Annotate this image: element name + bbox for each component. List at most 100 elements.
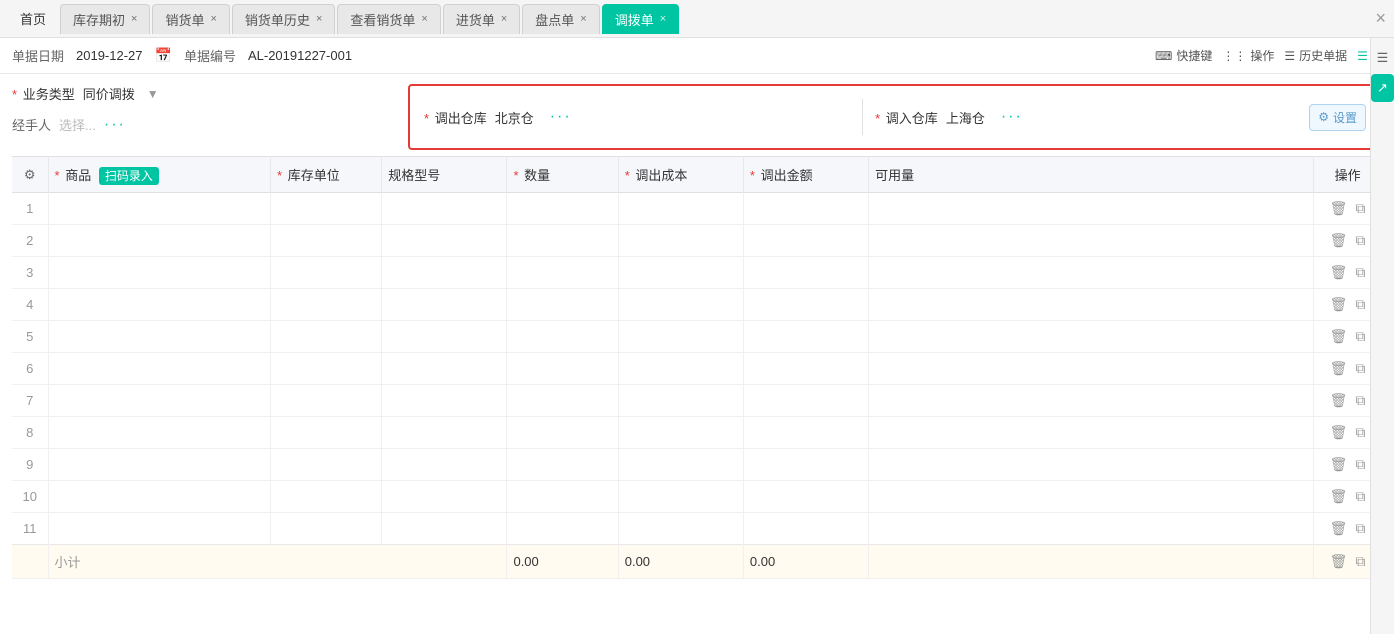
transfer-out-value[interactable]: 北京仓	[495, 108, 534, 127]
tab-inventory-init-close[interactable]: ×	[131, 13, 137, 25]
tab-sales-order[interactable]: 销货单 ×	[152, 4, 229, 34]
row-product-cell[interactable]	[48, 289, 271, 321]
copy-row-icon[interactable]: ⧉	[1355, 296, 1365, 313]
tab-sales-order-close[interactable]: ×	[210, 13, 216, 25]
copy-row-icon[interactable]: ⧉	[1355, 232, 1365, 249]
row-unit-cell[interactable]	[271, 385, 382, 417]
operations-button[interactable]: ⋮⋮ 操作	[1222, 47, 1274, 64]
history-button[interactable]: ☰ 历史单据	[1284, 47, 1347, 64]
row-cost-cell[interactable]	[618, 417, 743, 449]
copy-row-icon[interactable]: ⧉	[1355, 488, 1365, 505]
row-unit-cell[interactable]	[271, 513, 382, 545]
row-unit-cell[interactable]	[271, 481, 382, 513]
business-type-value[interactable]: 同价调拨	[83, 84, 135, 103]
row-cost-cell[interactable]	[618, 385, 743, 417]
row-product-cell[interactable]	[48, 449, 271, 481]
row-product-cell[interactable]	[48, 385, 271, 417]
person-more-icon[interactable]: ···	[104, 116, 126, 134]
row-product-cell[interactable]	[48, 513, 271, 545]
sidebar-list-icon[interactable]: ☰	[1373, 46, 1393, 70]
tab-inventory-count-close[interactable]: ×	[580, 13, 586, 25]
tab-purchase[interactable]: 进货单 ×	[443, 4, 520, 34]
row-amount-cell[interactable]	[743, 353, 868, 385]
row-amount-cell[interactable]	[743, 417, 868, 449]
copy-row-icon[interactable]: ⧉	[1355, 328, 1365, 345]
row-spec-cell[interactable]	[382, 353, 507, 385]
copy-row-icon[interactable]: ⧉	[1355, 200, 1365, 217]
row-unit-cell[interactable]	[271, 193, 382, 225]
business-type-dropdown-icon[interactable]: ▼	[147, 87, 159, 101]
close-window-button[interactable]: ×	[1375, 8, 1386, 29]
row-quantity-cell[interactable]	[507, 385, 618, 417]
copy-row-icon[interactable]: ⧉	[1355, 264, 1365, 281]
tab-sales-history-close[interactable]: ×	[316, 13, 322, 25]
row-cost-cell[interactable]	[618, 225, 743, 257]
delete-row-icon[interactable]: 🗑	[1330, 232, 1348, 249]
row-amount-cell[interactable]	[743, 257, 868, 289]
row-spec-cell[interactable]	[382, 257, 507, 289]
row-quantity-cell[interactable]	[507, 449, 618, 481]
row-spec-cell[interactable]	[382, 225, 507, 257]
tab-sales-history[interactable]: 销货单历史 ×	[232, 4, 335, 34]
row-spec-cell[interactable]	[382, 449, 507, 481]
row-spec-cell[interactable]	[382, 321, 507, 353]
row-unit-cell[interactable]	[271, 353, 382, 385]
row-spec-cell[interactable]	[382, 417, 507, 449]
copy-row-icon[interactable]: ⧉	[1355, 360, 1365, 377]
row-amount-cell[interactable]	[743, 225, 868, 257]
row-spec-cell[interactable]	[382, 385, 507, 417]
row-cost-cell[interactable]	[618, 289, 743, 321]
row-amount-cell[interactable]	[743, 193, 868, 225]
delete-row-icon[interactable]: 🗑	[1330, 360, 1348, 377]
row-amount-cell[interactable]	[743, 481, 868, 513]
transfer-in-value[interactable]: 上海仓	[946, 108, 985, 127]
row-unit-cell[interactable]	[271, 257, 382, 289]
row-unit-cell[interactable]	[271, 417, 382, 449]
copy-row-icon[interactable]: ⧉	[1355, 520, 1365, 537]
row-quantity-cell[interactable]	[507, 353, 618, 385]
row-quantity-cell[interactable]	[507, 513, 618, 545]
row-unit-cell[interactable]	[271, 289, 382, 321]
row-quantity-cell[interactable]	[507, 193, 618, 225]
row-unit-cell[interactable]	[271, 449, 382, 481]
delete-row-icon[interactable]: 🗑	[1330, 456, 1348, 473]
row-cost-cell[interactable]	[618, 449, 743, 481]
row-product-cell[interactable]	[48, 417, 271, 449]
delete-row-icon[interactable]: 🗑	[1330, 488, 1348, 505]
copy-row-icon[interactable]: ⧉	[1355, 392, 1365, 409]
delete-row-icon[interactable]: 🗑	[1330, 264, 1348, 281]
row-cost-cell[interactable]	[618, 513, 743, 545]
list-view-icon[interactable]: ☰	[1357, 49, 1368, 63]
tab-view-sales-close[interactable]: ×	[421, 13, 427, 25]
sidebar-export-icon[interactable]: ↗	[1371, 74, 1394, 102]
tab-view-sales[interactable]: 查看销货单 ×	[337, 4, 440, 34]
row-quantity-cell[interactable]	[507, 481, 618, 513]
subtotal-delete-icon[interactable]: 🗑	[1330, 553, 1348, 570]
tab-inventory-init[interactable]: 库存期初 ×	[60, 4, 150, 34]
row-spec-cell[interactable]	[382, 193, 507, 225]
row-cost-cell[interactable]	[618, 321, 743, 353]
shortcuts-button[interactable]: ⌨ 快捷键	[1155, 47, 1212, 64]
tab-inventory-count[interactable]: 盘点单 ×	[522, 4, 599, 34]
delete-row-icon[interactable]: 🗑	[1330, 200, 1348, 217]
row-cost-cell[interactable]	[618, 193, 743, 225]
tab-transfer-close[interactable]: ×	[660, 13, 666, 25]
date-value[interactable]: 2019-12-27	[76, 48, 143, 63]
row-amount-cell[interactable]	[743, 321, 868, 353]
row-product-cell[interactable]	[48, 481, 271, 513]
copy-row-icon[interactable]: ⧉	[1355, 456, 1365, 473]
row-quantity-cell[interactable]	[507, 417, 618, 449]
row-amount-cell[interactable]	[743, 385, 868, 417]
row-product-cell[interactable]	[48, 193, 271, 225]
col-settings[interactable]: ⚙	[12, 157, 48, 193]
row-product-cell[interactable]	[48, 225, 271, 257]
row-cost-cell[interactable]	[618, 481, 743, 513]
person-select-input[interactable]: 选择...	[59, 115, 96, 134]
row-cost-cell[interactable]	[618, 257, 743, 289]
row-spec-cell[interactable]	[382, 289, 507, 321]
delete-row-icon[interactable]: 🗑	[1330, 328, 1348, 345]
calendar-icon[interactable]: 📅	[155, 47, 172, 64]
transfer-in-more-icon[interactable]: ···	[1001, 108, 1023, 126]
row-amount-cell[interactable]	[743, 513, 868, 545]
row-unit-cell[interactable]	[271, 225, 382, 257]
